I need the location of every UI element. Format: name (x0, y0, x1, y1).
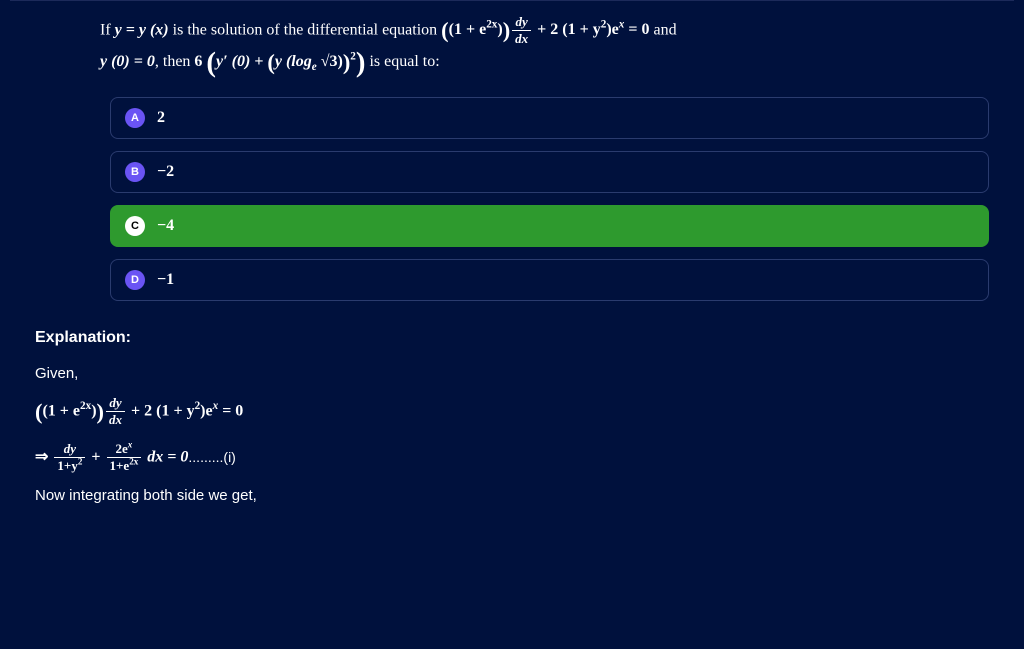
option-badge-b: B (125, 162, 145, 182)
question-text: If y = y (x) is the solution of the diff… (100, 15, 994, 77)
explanation-given: Given, (35, 365, 994, 382)
option-text-a: 2 (157, 109, 165, 127)
option-badge-a: A (125, 108, 145, 128)
option-b[interactable]: B −2 (110, 151, 989, 193)
explanation-closing: Now integrating both side we get, (35, 487, 994, 504)
explanation-section: Explanation: Given, ((1 + e2x))dydx + 2 … (35, 329, 994, 504)
option-text-b: −2 (157, 163, 174, 181)
option-c[interactable]: C −4 (110, 205, 989, 247)
option-d[interactable]: D −1 (110, 259, 989, 301)
q-text-1: If (100, 21, 115, 38)
question-content: If y = y (x) is the solution of the diff… (0, 5, 1024, 528)
option-badge-c: C (125, 216, 145, 236)
options-container: A 2 B −2 C −4 D −1 (110, 97, 989, 301)
explanation-title: Explanation: (35, 329, 994, 347)
option-a[interactable]: A 2 (110, 97, 989, 139)
explanation-eq1: ((1 + e2x))dydx + 2 (1 + y2)ex = 0 (35, 396, 994, 428)
option-badge-d: D (125, 270, 145, 290)
explanation-eq2: ⇒ dy1+y2 + 2ex1+e2x dx = 0 .........(i) (35, 442, 994, 474)
option-text-d: −1 (157, 271, 174, 289)
option-text-c: −4 (157, 217, 174, 235)
